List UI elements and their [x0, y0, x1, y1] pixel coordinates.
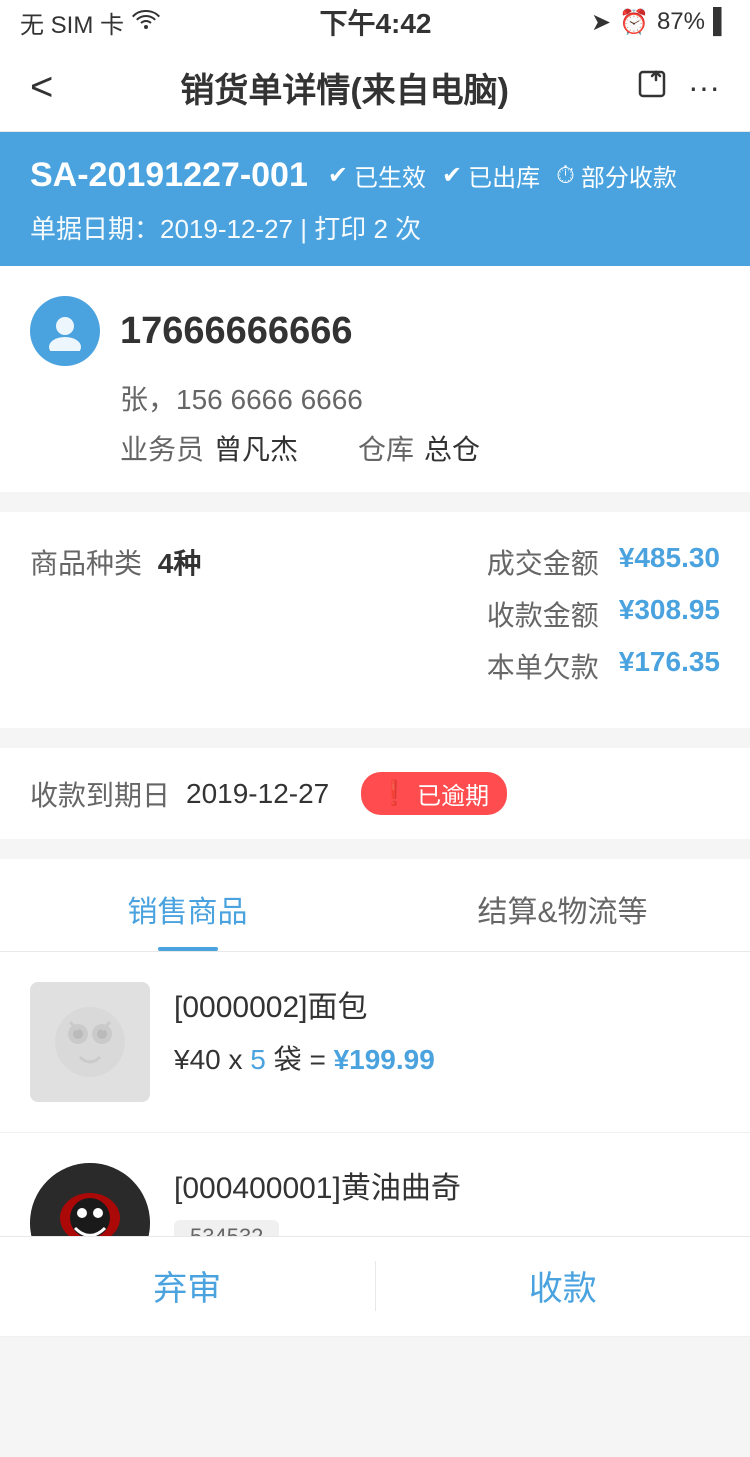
- battery-text: 87%: [657, 8, 705, 36]
- amount-value-2: ¥308.95: [619, 594, 720, 634]
- share-icon[interactable]: [636, 68, 668, 108]
- tab-settlement-label: 结算&物流等: [477, 896, 647, 929]
- customer-name: 17666666666: [120, 310, 352, 353]
- product-total-1: ¥199.99: [334, 1044, 435, 1075]
- battery-icon: ▌: [713, 8, 730, 36]
- collect-payment-button[interactable]: 收款: [376, 1241, 750, 1330]
- amount-label-2: 收款金额: [487, 594, 599, 634]
- order-header: SA-20191227-001 ✔ 已生效 ✔ 已出库 ⏱ 部分收款 单据日期：…: [0, 132, 750, 266]
- status-time: 下午4:42: [319, 2, 431, 42]
- product-info-1: [0000002]面包 ¥40 x 5 袋 = ¥199.99: [174, 982, 720, 1078]
- tab-products[interactable]: 销售商品: [0, 859, 375, 951]
- order-meta: 单据日期：2019-12-27 | 打印 2 次: [30, 209, 720, 246]
- product-price-1: ¥40: [174, 1044, 221, 1075]
- staff-label: 业务员: [120, 428, 204, 468]
- summary-right: 成交金额 ¥485.30 收款金额 ¥308.95 本单欠款 ¥176.35: [487, 542, 720, 698]
- list-item: [0000002]面包 ¥40 x 5 袋 = ¥199.99: [0, 952, 750, 1133]
- nav-right: ···: [636, 68, 720, 108]
- more-icon[interactable]: ···: [688, 69, 720, 106]
- overdue-label: 已逾期: [417, 776, 489, 811]
- clock-icon: ⏱: [556, 162, 575, 190]
- status-right: ➤ ⏰ 87% ▌: [591, 8, 730, 37]
- status-bar: 无 SIM 卡 下午4:42 ➤ ⏰ 87% ▌: [0, 0, 750, 44]
- amount-row-2: 收款金额 ¥308.95: [487, 594, 720, 634]
- check-icon-1: ✔: [328, 161, 348, 190]
- nav-left: <: [30, 65, 53, 110]
- payment-due-section: 收款到期日 2019-12-27 ❗ 已逾期: [0, 748, 750, 839]
- status-badge-effective: ✔ 已生效: [328, 158, 426, 193]
- tab-products-label: 销售商品: [128, 896, 248, 929]
- overdue-icon: ❗: [379, 779, 409, 808]
- customer-staff-row: 业务员 曾凡杰 仓库 总仓: [30, 428, 720, 468]
- product-name-1: [0000002]面包: [174, 982, 720, 1026]
- amount-value-3: ¥176.35: [619, 646, 720, 686]
- bottom-bar: 弃审 收款: [0, 1236, 750, 1334]
- order-status-badges: ✔ 已生效 ✔ 已出库 ⏱ 部分收款: [328, 158, 677, 193]
- tab-settlement[interactable]: 结算&物流等: [375, 859, 750, 951]
- product-image-1: [30, 982, 150, 1102]
- wifi-icon: [132, 8, 160, 36]
- location-icon: ➤: [591, 8, 611, 37]
- alarm-icon: ⏰: [619, 8, 649, 37]
- warehouse-value: 总仓: [424, 428, 480, 468]
- order-id: SA-20191227-001: [30, 156, 308, 195]
- category-value: 4种: [158, 548, 202, 579]
- due-label: 收款到期日: [30, 774, 170, 814]
- customer-detail: 张，156 6666 6666: [30, 378, 720, 418]
- due-date: 2019-12-27: [186, 778, 329, 810]
- page-title: 销货单详情(来自电脑): [180, 63, 509, 112]
- carrier-text: 无 SIM 卡: [20, 5, 124, 40]
- summary-row: 商品种类 4种 成交金额 ¥485.30 收款金额 ¥308.95 本单欠款 ¥…: [30, 542, 720, 698]
- amount-label-3: 本单欠款: [487, 646, 599, 686]
- check-icon-2: ✔: [442, 161, 462, 190]
- product-unit-1: 袋: [274, 1044, 302, 1075]
- amount-row-1: 成交金额 ¥485.30: [487, 542, 720, 582]
- warehouse-label: 仓库: [358, 428, 414, 468]
- tabs-section: 销售商品 结算&物流等: [0, 859, 750, 952]
- avatar: [30, 296, 100, 366]
- category-label: 商品种类: [30, 548, 142, 579]
- product-price-row-1: ¥40 x 5 袋 = ¥199.99: [174, 1038, 720, 1078]
- amount-row-3: 本单欠款 ¥176.35: [487, 646, 720, 686]
- cancel-review-button[interactable]: 弃审: [0, 1241, 375, 1330]
- customer-top: 17666666666: [30, 296, 720, 366]
- staff-value: 曾凡杰: [214, 428, 298, 468]
- customer-section: 17666666666 张，156 6666 6666 业务员 曾凡杰 仓库 总…: [0, 266, 750, 492]
- nav-bar: < 销货单详情(来自电脑) ···: [0, 44, 750, 132]
- back-button[interactable]: <: [30, 65, 53, 110]
- amount-value-1: ¥485.30: [619, 542, 720, 582]
- status-left: 无 SIM 卡: [20, 5, 160, 40]
- overdue-badge: ❗ 已逾期: [361, 772, 507, 815]
- status-badge-partial: ⏱ 部分收款: [556, 158, 677, 193]
- amount-label-1: 成交金额: [487, 542, 599, 582]
- order-header-top: SA-20191227-001 ✔ 已生效 ✔ 已出库 ⏱ 部分收款: [30, 156, 720, 195]
- summary-section: 商品种类 4种 成交金额 ¥485.30 收款金额 ¥308.95 本单欠款 ¥…: [0, 512, 750, 728]
- status-badge-shipped: ✔ 已出库: [442, 158, 540, 193]
- product-qty-1: 5: [250, 1044, 266, 1075]
- summary-left: 商品种类 4种: [30, 542, 201, 582]
- product-name-2: [000400001]黄油曲奇: [174, 1163, 720, 1207]
